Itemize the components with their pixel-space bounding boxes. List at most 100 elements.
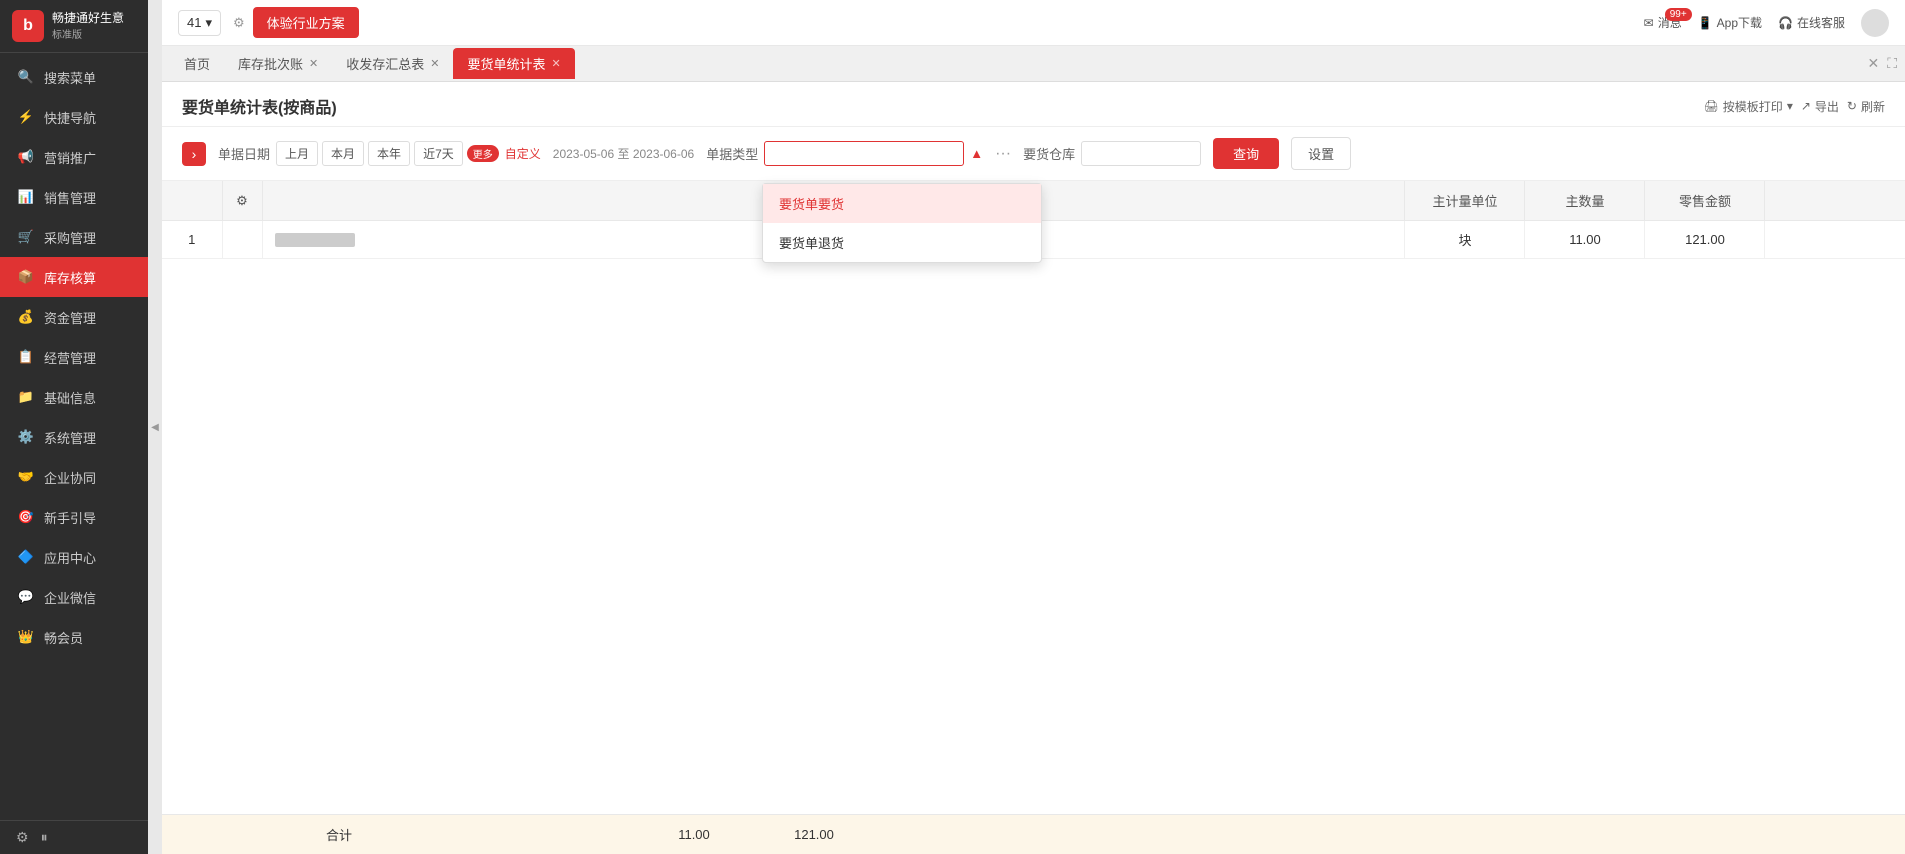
print-icon: 🖨 [1704,99,1719,113]
this-year-btn[interactable]: 本年 [368,141,410,166]
sidebar-label-appstore: 应用中心 [44,548,96,567]
trial-btn[interactable]: 体验行业方案 [253,7,359,38]
recent-7days-btn[interactable]: 近7天 [414,141,463,166]
this-month-btn[interactable]: 本月 [322,141,364,166]
sidebar-item-finance[interactable]: 💰 资金管理 [0,297,148,337]
filter-expand-btn[interactable]: › [182,142,206,166]
tab-order-stats[interactable]: 要货单统计表 ✕ [453,48,574,79]
sidebar-icon-system: ⚙️ [16,427,36,447]
sidebar-icon-guide: 🎯 [16,507,36,527]
sidebar-label-system: 系统管理 [44,428,96,447]
date-custom-btn[interactable]: 自定义 [505,145,541,162]
date-range-text: 2023-05-06 至 2023-06-06 [553,145,694,162]
top-header: 41 ▾ ⚙ 体验行业方案 ✉ 消息 99+ 📱 App下载 🎧 在线客服 [162,0,1905,46]
footer-amount: 121.00 [754,827,874,842]
sidebar-label-wechat: 企业微信 [44,588,96,607]
filter-more-btn[interactable]: ··· [995,145,1011,163]
app-icon: 📱 [1698,16,1713,30]
header-left: 41 ▾ ⚙ 体验行业方案 [178,7,1644,38]
prev-month-btn[interactable]: 上月 [276,141,318,166]
sidebar-item-guide[interactable]: 🎯 新手引导 [0,497,148,537]
tab-close-order-stats[interactable]: ✕ [552,57,561,70]
th-empty [1765,181,1905,221]
date-more-badge[interactable]: 更多 [467,145,499,162]
type-dropdown-icon[interactable]: ▲ [970,146,983,161]
td-seq: 1 [162,221,222,259]
sidebar-item-appstore[interactable]: 🔷 应用中心 [0,537,148,577]
type-input[interactable] [764,141,964,166]
sidebar-label-inventory: 库存核算 [44,268,96,287]
dropdown-item-order-req[interactable]: 要货单要货 [763,184,1041,223]
header-gear-icon[interactable]: ⚙ [233,15,245,31]
sidebar-icon-purchase: 🛒 [16,227,36,247]
sidebar-icon-inventory: 📦 [16,267,36,287]
th-amount: 零售金额 [1645,181,1765,221]
type-label: 单据类型 [706,144,758,163]
sidebar-item-purchase[interactable]: 🛒 采购管理 [0,217,148,257]
date-filter-group: 单据日期 上月 本月 本年 近7天 更多 自定义 [218,141,541,166]
sidebar-bottom: ⚙ ⏸ [0,820,148,854]
sidebar-icon-vip: 👑 [16,627,36,647]
tab-close-inventory-batch[interactable]: ✕ [309,57,318,70]
print-label: 按模板打印 [1723,98,1783,115]
th-qty: 主数量 [1525,181,1645,221]
tab-label-receive-summary: 收发存汇总表 [346,54,424,73]
close-all-icon[interactable]: ✕ [1867,55,1879,72]
export-btn[interactable]: ↗ 导出 [1801,98,1839,115]
print-btn[interactable]: 🖨 按模板打印 ▾ [1704,98,1793,115]
store-selector[interactable]: 41 ▾ [178,10,221,36]
query-btn[interactable]: 查询 [1213,138,1279,169]
sidebar-item-vip[interactable]: 👑 畅会员 [0,617,148,657]
tab-home[interactable]: 首页 [170,48,224,79]
dropdown-arrow-icon: ▾ [205,15,212,31]
sidebar-collapse-btn[interactable]: ◀ [148,0,162,854]
sidebar-label-guide: 新手引导 [44,508,96,527]
sidebar-item-search[interactable]: 🔍 搜索菜单 [0,57,148,97]
sidebar-item-marketing[interactable]: 📢 营销推广 [0,137,148,177]
tab-label-order-stats: 要货单统计表 [467,54,545,73]
collapse-icon[interactable]: ⏸ [41,829,48,846]
sidebar-menu: 🔍 搜索菜单 ⚡ 快捷导航 📢 营销推广 📊 销售管理 🛒 采购管理 📦 库存核… [0,53,148,820]
tab-label-inventory-batch: 库存批次账 [238,54,303,73]
sidebar-icon-operation: 📋 [16,347,36,367]
date-label: 单据日期 [218,144,270,163]
sidebar-label-quick-nav: 快捷导航 [44,108,96,127]
message-icon: ✉ [1644,16,1654,30]
tab-close-receive-summary[interactable]: ✕ [430,57,439,70]
online-service-btn[interactable]: 🎧 在线客服 [1778,14,1845,31]
expand-icon[interactable]: ⛶ [1887,55,1897,72]
column-settings-icon[interactable]: ⚙ [236,193,248,208]
tabs-bar: 首页库存批次账 ✕ 收发存汇总表 ✕ 要货单统计表 ✕ ✕ ⛶ [162,46,1905,82]
sidebar-item-sales[interactable]: 📊 销售管理 [0,177,148,217]
sidebar-item-wechat[interactable]: 💬 企业微信 [0,577,148,617]
sidebar-item-enterprise[interactable]: 🤝 企业协同 [0,457,148,497]
sidebar-icon-sales: 📊 [16,187,36,207]
th-seq [162,181,222,221]
date-quick-btns: 上月 本月 本年 近7天 更多 [276,141,499,166]
page-header: 要货单统计表(按商品) 🖨 按模板打印 ▾ ↗ 导出 ↻ 刷新 [162,82,1905,127]
sidebar-icon-quick-nav: ⚡ [16,107,36,127]
tabs-right: ✕ ⛶ [1867,55,1897,72]
refresh-icon: ↻ [1847,99,1857,113]
sidebar-item-operation[interactable]: 📋 经营管理 [0,337,148,377]
warehouse-input[interactable] [1081,141,1201,166]
sidebar-label-enterprise: 企业协同 [44,468,96,487]
footer-label: 合计 [314,825,514,844]
sidebar-item-system[interactable]: ⚙️ 系统管理 [0,417,148,457]
filter-settings-btn[interactable]: 设置 [1291,137,1351,170]
th-settings[interactable]: ⚙ [222,181,262,221]
refresh-btn[interactable]: ↻ 刷新 [1847,98,1885,115]
settings-icon[interactable]: ⚙ [16,829,29,846]
dropdown-item-order-ret[interactable]: 要货单退货 [763,223,1041,262]
service-icon: 🎧 [1778,16,1793,30]
user-avatar[interactable] [1861,9,1889,37]
tab-receive-summary[interactable]: 收发存汇总表 ✕ [332,48,453,79]
messages-btn[interactable]: ✉ 消息 99+ [1644,14,1682,31]
tab-inventory-batch[interactable]: 库存批次账 ✕ [224,48,332,79]
sidebar-icon-search: 🔍 [16,67,36,87]
sidebar-icon-basic: 📁 [16,387,36,407]
app-download-btn[interactable]: 📱 App下载 [1698,14,1762,31]
sidebar-item-quick-nav[interactable]: ⚡ 快捷导航 [0,97,148,137]
sidebar-item-basic[interactable]: 📁 基础信息 [0,377,148,417]
sidebar-item-inventory[interactable]: 📦 库存核算 [0,257,148,297]
